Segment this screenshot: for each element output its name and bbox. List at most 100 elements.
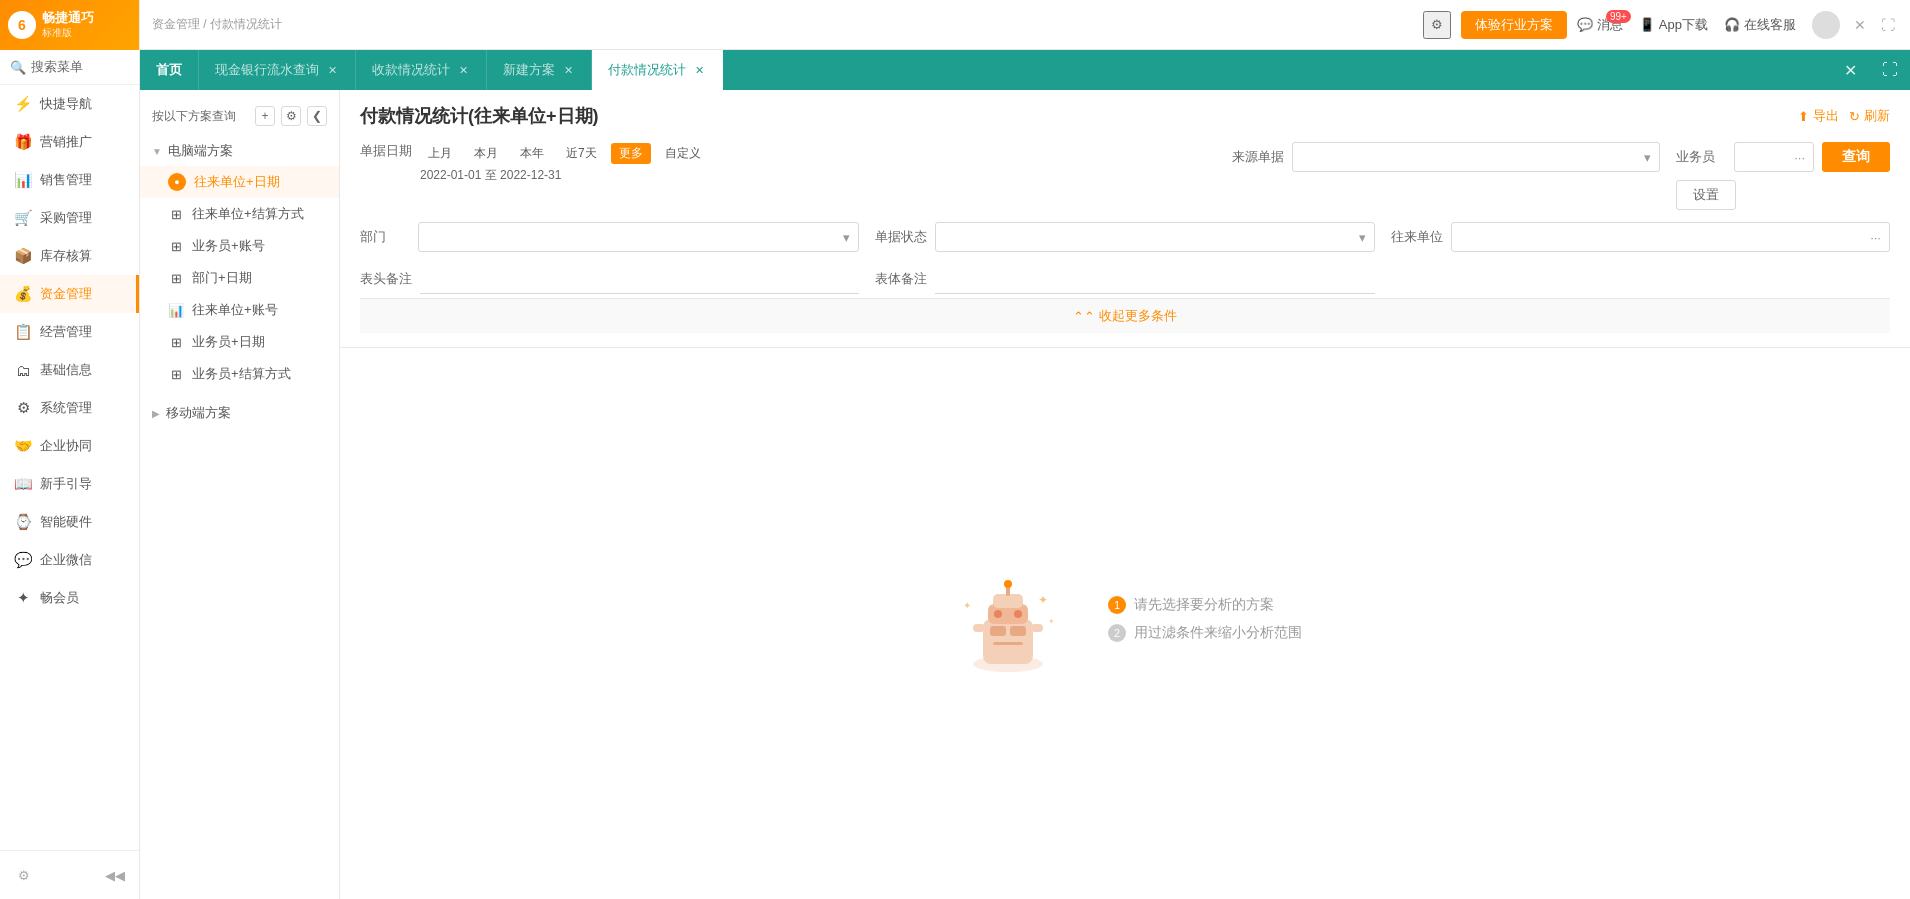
table-icon: ⊞ — [168, 366, 184, 382]
tab-bank-flow-close[interactable]: ✕ — [325, 63, 339, 77]
sidebar-collapse-btn[interactable]: ◀◀ — [101, 861, 129, 889]
finance-icon: 💰 — [14, 285, 32, 303]
scheme-item-counterpart-date[interactable]: ● 往来单位+日期 — [140, 166, 339, 198]
sidebar-item-system[interactable]: ⚙ 系统管理 — [0, 389, 139, 427]
right-panel: 付款情况统计(往来单位+日期) ⬆ 导出 ↻ 刷新 — [340, 90, 1910, 899]
sidebar-search[interactable]: 🔍 搜索菜单 — [0, 50, 139, 85]
query-btn[interactable]: 查询 — [1822, 142, 1890, 172]
sidebar-settings-btn[interactable]: ⚙ — [10, 861, 38, 889]
svg-rect-5 — [973, 624, 985, 632]
sidebar-item-member[interactable]: ✦ 畅会员 — [0, 579, 139, 617]
date-option-7days[interactable]: 近7天 — [558, 142, 605, 165]
export-btn[interactable]: ⬆ 导出 — [1798, 107, 1839, 125]
tab-home[interactable]: 首页 — [140, 50, 199, 90]
sidebar-item-operation[interactable]: 📋 经营管理 — [0, 313, 139, 351]
tab-payment-stat-label: 付款情况统计 — [608, 61, 686, 79]
sidebar-item-marketing[interactable]: 🎁 营销推广 — [0, 123, 139, 161]
tab-close-all-btn[interactable]: ✕ — [1830, 50, 1870, 90]
svg-rect-10 — [993, 594, 1023, 608]
logo-icon: 6 — [8, 11, 36, 39]
app-download-btn[interactable]: 📱 App下载 — [1639, 16, 1708, 34]
tab-bank-flow[interactable]: 现金银行流水查询 ✕ — [199, 50, 356, 90]
online-service-btn[interactable]: 🎧 在线客服 — [1724, 16, 1796, 34]
source-select[interactable]: ▾ — [1292, 142, 1660, 172]
sidebar-item-guide[interactable]: 📖 新手引导 — [0, 465, 139, 503]
messages-btn[interactable]: 💬 消息 99+ — [1577, 16, 1623, 34]
scheme-settings-btn[interactable]: ⚙ — [281, 106, 301, 126]
settings-btn[interactable]: 设置 — [1676, 180, 1736, 210]
desktop-scheme-title[interactable]: ▼ 电脑端方案 — [140, 136, 339, 166]
sidebar-subtitle: 标准版 — [42, 26, 94, 40]
sidebar-item-sales[interactable]: 📊 销售管理 — [0, 161, 139, 199]
breadcrumb: 资金管理 / 付款情况统计 — [152, 16, 1413, 33]
agent-select[interactable]: ··· — [1734, 142, 1814, 172]
user-avatar[interactable] — [1812, 11, 1840, 39]
maximize-btn[interactable]: ⛶ — [1878, 15, 1898, 35]
sidebar-item-cooperation[interactable]: 🤝 企业协同 — [0, 427, 139, 465]
mobile-scheme-title[interactable]: ▶ 移动端方案 — [140, 398, 339, 428]
filter-row2: 部门 ▾ 单据状态 ▾ 往来单位 — [360, 222, 1890, 252]
sidebar-item-wechat[interactable]: 💬 企业微信 — [0, 541, 139, 579]
tab-fullscreen-btn[interactable]: ⛶ — [1870, 50, 1910, 90]
sidebar-search-label: 搜索菜单 — [31, 58, 83, 76]
tab-new-scheme-close[interactable]: ✕ — [561, 63, 575, 77]
sidebar-item-inventory[interactable]: 📦 库存核算 — [0, 237, 139, 275]
close-btn[interactable]: ✕ — [1850, 15, 1870, 35]
sidebar-item-label: 销售管理 — [40, 171, 92, 189]
scheme-item-dept-date[interactable]: ⊞ 部门+日期 — [140, 262, 339, 294]
tab-collection-stat-close[interactable]: ✕ — [456, 63, 470, 77]
sidebar-item-purchase[interactable]: 🛒 采购管理 — [0, 199, 139, 237]
date-option-this-year[interactable]: 本年 — [512, 142, 552, 165]
voucher-status-select[interactable]: ▾ — [935, 222, 1374, 252]
table-icon: ⊞ — [168, 206, 184, 222]
tab-collection-stat[interactable]: 收款情况统计 ✕ — [356, 50, 487, 90]
phone-icon: 📱 — [1639, 17, 1655, 32]
tab-home-label: 首页 — [156, 61, 182, 79]
scheme-item-agent-date[interactable]: ⊞ 业务员+日期 — [140, 326, 339, 358]
date-option-more[interactable]: 更多 — [611, 143, 651, 164]
scheme-add-btn[interactable]: + — [255, 106, 275, 126]
tab-payment-stat-close[interactable]: ✕ — [692, 63, 706, 77]
sidebar-item-basic[interactable]: 🗂 基础信息 — [0, 351, 139, 389]
header-remark-filter: 表头备注 — [360, 264, 859, 294]
body-remark-input[interactable] — [935, 264, 1374, 294]
collapse-conditions-btn[interactable]: ⌃⌃ 收起更多条件 — [360, 298, 1890, 333]
header-remark-label: 表头备注 — [360, 270, 412, 288]
page-title-row: 付款情况统计(往来单位+日期) ⬆ 导出 ↻ 刷新 — [360, 104, 1890, 128]
dept-select[interactable]: ▾ — [418, 222, 859, 252]
tab-payment-stat[interactable]: 付款情况统计 ✕ — [592, 50, 723, 90]
counterpart-select[interactable]: ··· — [1451, 222, 1890, 252]
fullscreen-icon: ⛶ — [1882, 61, 1898, 79]
refresh-btn[interactable]: ↻ 刷新 — [1849, 107, 1890, 125]
header-remark-input[interactable] — [420, 264, 859, 294]
chevron-up-icon: ⌃⌃ — [1073, 309, 1095, 324]
chevron-down-icon: ··· — [1870, 230, 1881, 245]
quick-nav-icon: ⚡ — [14, 95, 32, 113]
date-option-this-month[interactable]: 本月 — [466, 142, 506, 165]
sidebar-item-finance[interactable]: 💰 资金管理 — [0, 275, 139, 313]
scheme-item-label: 往来单位+结算方式 — [192, 205, 304, 223]
date-option-last-month[interactable]: 上月 — [420, 142, 460, 165]
headset-icon: 🎧 — [1724, 17, 1740, 32]
trial-btn[interactable]: 体验行业方案 — [1461, 11, 1567, 39]
sidebar-item-hardware[interactable]: ⌚ 智能硬件 — [0, 503, 139, 541]
svg-text:✦: ✦ — [1038, 593, 1048, 607]
date-options-group: 上月 本月 本年 近7天 更多 自定义 2022-01-01 至 2022-12… — [420, 142, 709, 184]
scheme-item-counterpart-account[interactable]: 📊 往来单位+账号 — [140, 294, 339, 326]
collapse-label: 收起更多条件 — [1099, 307, 1177, 325]
tab-new-scheme[interactable]: 新建方案 ✕ — [487, 50, 592, 90]
scheme-item-counterpart-settlement[interactable]: ⊞ 往来单位+结算方式 — [140, 198, 339, 230]
sidebar-item-quick-nav[interactable]: ⚡ 快捷导航 — [0, 85, 139, 123]
tabs-actions: ✕ ⛶ — [1830, 50, 1910, 90]
scheme-item-label: 业务员+结算方式 — [192, 365, 291, 383]
scheme-collapse-btn[interactable]: ❮ — [307, 106, 327, 126]
member-icon: ✦ — [14, 589, 32, 607]
date-filter: 单据日期 上月 本月 本年 近7天 更多 自定义 2022-01-01 至 20… — [360, 142, 1216, 184]
scheme-item-agent-settlement[interactable]: ⊞ 业务员+结算方式 — [140, 358, 339, 390]
scheme-item-agent-account[interactable]: ⊞ 业务员+账号 — [140, 230, 339, 262]
sales-icon: 📊 — [14, 171, 32, 189]
date-option-custom[interactable]: 自定义 — [657, 142, 709, 165]
search-icon: 🔍 — [10, 60, 26, 75]
empty-tips: 1 请先选择要分析的方案 2 用过滤条件来缩小分析范围 — [1108, 596, 1302, 652]
topbar-settings-btn[interactable]: ⚙ — [1423, 11, 1451, 39]
